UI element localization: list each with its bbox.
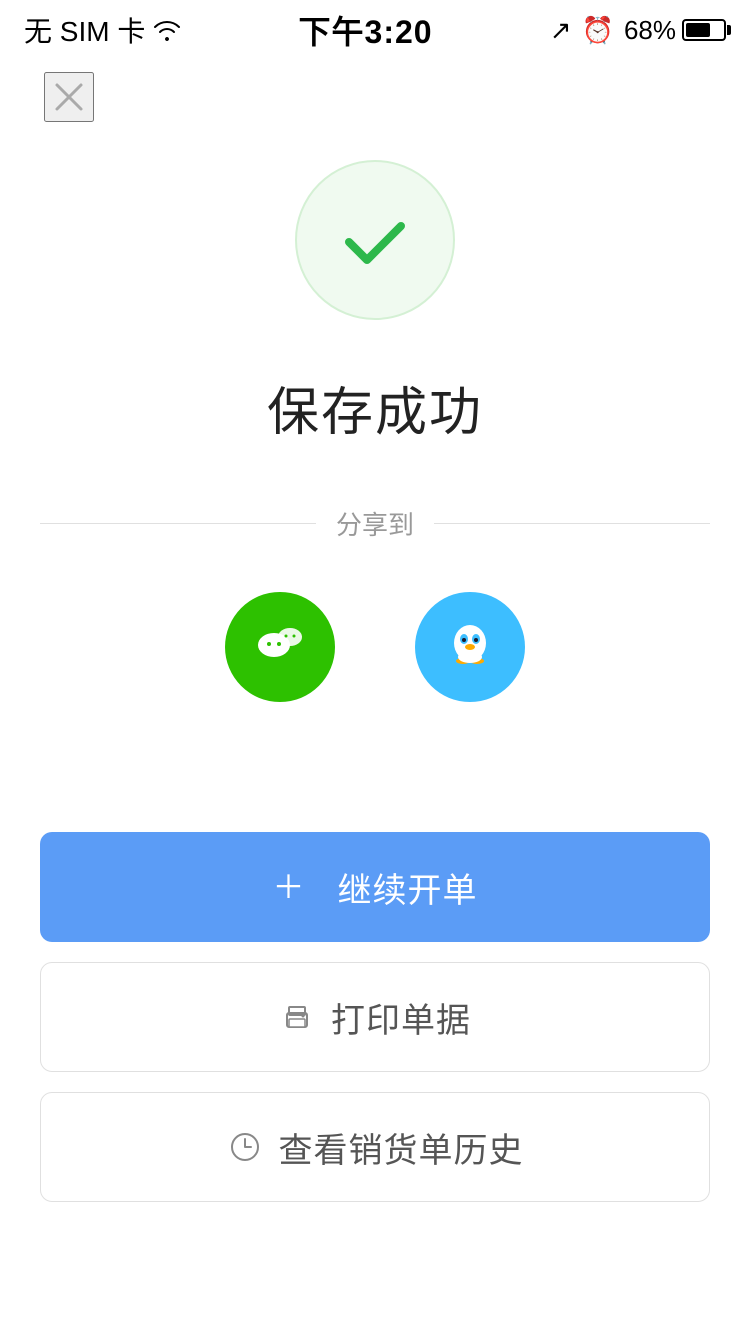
share-section: 分享到 [0, 505, 750, 702]
close-button[interactable] [44, 72, 94, 122]
plus-icon: ＋ [272, 871, 305, 903]
action-buttons: ＋ 继续开单 打印单据 查看销货单历史 [0, 832, 750, 1202]
printer-icon [279, 999, 315, 1035]
wifi-icon [153, 19, 181, 41]
status-left: 无 SIM 卡 [24, 10, 181, 50]
sim-label: 无 SIM 卡 [24, 10, 145, 50]
checkmark-icon [335, 200, 415, 280]
print-label: 打印单据 [331, 993, 471, 1042]
status-time: 下午3:20 [299, 7, 433, 53]
share-label: 分享到 [336, 505, 414, 542]
main-content: 保存成功 分享到 [0, 60, 750, 1202]
share-icons-row [40, 592, 710, 702]
alarm-icon: ⏰ [582, 15, 614, 46]
share-divider: 分享到 [40, 505, 710, 542]
qq-icon [438, 615, 502, 679]
battery-fill [686, 23, 710, 37]
history-label: 查看销货单历史 [279, 1123, 524, 1172]
history-button[interactable]: 查看销货单历史 [40, 1092, 710, 1202]
wechat-icon [248, 615, 312, 679]
battery-container: 68% [624, 15, 726, 46]
success-circle [295, 160, 455, 320]
battery-icon [682, 19, 726, 41]
status-bar: 无 SIM 卡 下午3:20 ↗ ⏰ 68% [0, 0, 750, 60]
success-title: 保存成功 [267, 370, 483, 445]
history-icon [227, 1129, 263, 1165]
divider-right [434, 523, 710, 524]
qq-share-button[interactable] [415, 592, 525, 702]
status-right: ↗ ⏰ 68% [550, 15, 726, 46]
divider-left [40, 523, 316, 524]
battery-text: 68% [624, 15, 676, 46]
close-icon [51, 79, 87, 115]
print-button[interactable]: 打印单据 [40, 962, 710, 1072]
continue-text: 继续开单 [338, 863, 478, 912]
location-icon: ↗ [550, 15, 572, 46]
continue-button[interactable]: ＋ 继续开单 [40, 832, 710, 942]
wechat-share-button[interactable] [225, 592, 335, 702]
